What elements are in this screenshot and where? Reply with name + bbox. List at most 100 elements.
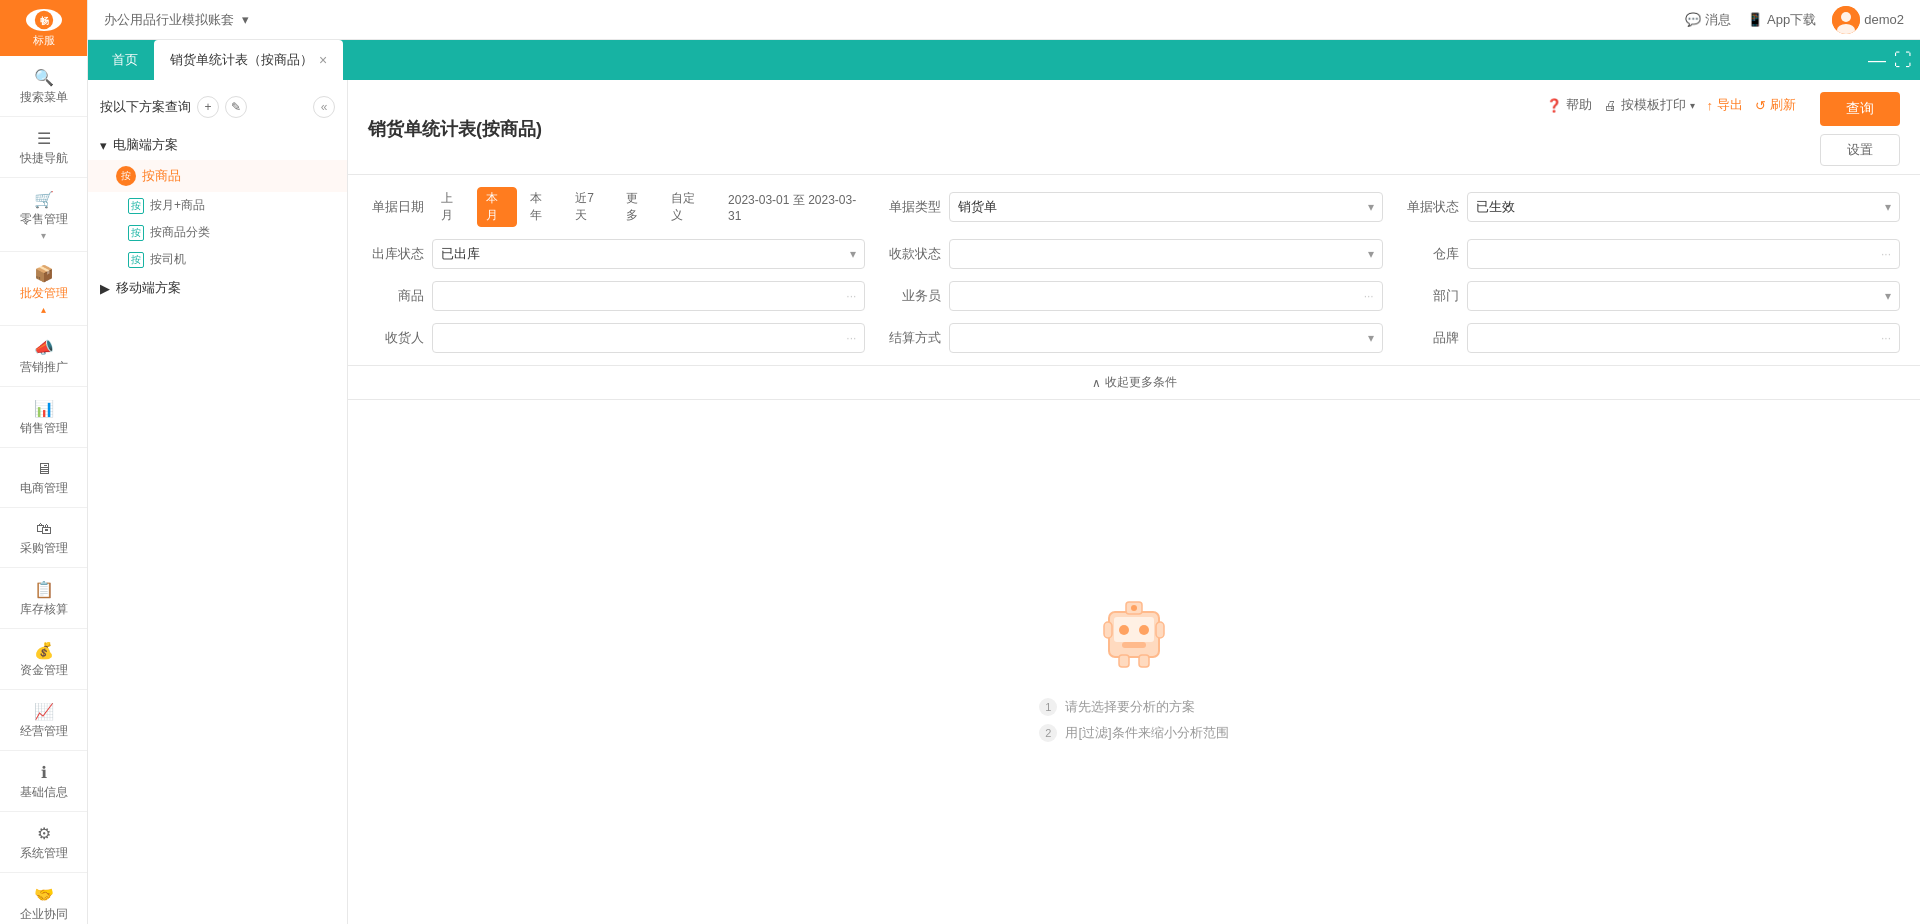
sidebar-item-basic[interactable]: ℹ 基础信息 [0, 751, 87, 812]
right-panel: 销货单统计表(按商品) ❓ 帮助 🖨 按模板打印 ▾ ↑ [348, 80, 1920, 924]
settlement-value[interactable]: ▾ [949, 323, 1382, 353]
add-scheme-btn[interactable]: + [197, 96, 219, 118]
tab-maximize-icon[interactable]: ⛶ [1894, 50, 1912, 71]
svg-point-8 [1139, 625, 1149, 635]
payment-status-label: 收款状态 [885, 245, 941, 263]
department-value[interactable]: ▾ [1467, 281, 1900, 311]
tree-item-by-cashier[interactable]: 按 按司机 [88, 246, 347, 273]
salesperson-label: 业务员 [885, 287, 941, 305]
edit-scheme-btn[interactable]: ✎ [225, 96, 247, 118]
sidebar-item-sales[interactable]: 📊 销售管理 [0, 387, 87, 448]
sidebar-operations-label: 经营管理 [20, 723, 68, 740]
collapse-panel-btn[interactable]: « [313, 96, 335, 118]
tree-group-mobile-header[interactable]: ▶ 移动端方案 [88, 273, 347, 303]
app-download-icon: 📱 [1747, 12, 1763, 27]
tree-group-pc-arrow: ▾ [100, 138, 107, 153]
collapse-icon: ∧ [1092, 376, 1101, 390]
tree-item-by-product[interactable]: 按 按商品 [88, 160, 347, 192]
warehouse-value[interactable]: ··· [1467, 239, 1900, 269]
filter-row-1: 单据日期 上月 本月 本年 近7天 更多 自定义 2023-03-01 至 20… [368, 187, 1900, 227]
warehouse-status-label: 出库状态 [368, 245, 424, 263]
date-tab-this-month[interactable]: 本月 [477, 187, 518, 227]
message-btn[interactable]: 💬 消息 [1685, 11, 1731, 29]
tab-sales-stat[interactable]: 销货单统计表（按商品） × [154, 40, 343, 80]
tree-item-by-category[interactable]: 按 按商品分类 [88, 219, 347, 246]
empty-state: 1 请先选择要分析的方案 2 用[过滤]条件来缩小分析范围 [348, 400, 1920, 924]
sidebar-sales-label: 销售管理 [20, 420, 68, 437]
sidebar-item-retail[interactable]: 🛒 零售管理 ▾ [0, 178, 87, 252]
app-download-btn[interactable]: 📱 App下载 [1747, 11, 1816, 29]
help-btn[interactable]: ❓ 帮助 [1546, 96, 1592, 114]
topbar-left: 办公用品行业模拟账套 ▾ [104, 11, 249, 29]
receiver-dots[interactable]: ··· [846, 331, 856, 345]
filter-brand: 品牌 ··· [1403, 323, 1900, 353]
filter-row-3: 商品 ··· 业务员 ··· [368, 281, 1900, 311]
sidebar-marketing-label: 营销推广 [20, 359, 68, 376]
product-value[interactable]: ··· [432, 281, 865, 311]
filter-payment-status: 收款状态 ▾ [885, 239, 1382, 269]
sidebar-item-finance[interactable]: 💰 资金管理 [0, 629, 87, 690]
export-btn[interactable]: ↑ 导出 [1707, 96, 1744, 114]
query-btn[interactable]: 查询 [1820, 92, 1900, 126]
doc-type-text: 销货单 [958, 198, 997, 216]
print-btn[interactable]: 🖨 按模板打印 ▾ [1604, 96, 1695, 114]
sidebar-item-system[interactable]: ⚙ 系统管理 [0, 812, 87, 873]
sidebar-finance-label: 资金管理 [20, 662, 68, 679]
message-icon: 💬 [1685, 12, 1701, 27]
sidebar-logo: 畅 标服 [0, 0, 87, 56]
brand-dots[interactable]: ··· [1881, 331, 1891, 345]
by-product-label: 按商品 [142, 167, 181, 185]
sidebar-item-quick-nav[interactable]: ☰ 快捷导航 [0, 117, 87, 178]
salesperson-dots[interactable]: ··· [1364, 289, 1374, 303]
sidebar-item-inventory[interactable]: 📋 库存核算 [0, 568, 87, 629]
tab-close-icon[interactable]: × [319, 52, 327, 68]
payment-status-arrow: ▾ [1368, 247, 1374, 261]
message-label: 消息 [1705, 11, 1731, 29]
query-area: 查询 设置 [1808, 92, 1900, 166]
sidebar-item-ecommerce[interactable]: 🖥 电商管理 [0, 448, 87, 508]
doc-type-value[interactable]: 销货单 ▾ [949, 192, 1382, 222]
sidebar-item-purchase[interactable]: 🛍 采购管理 [0, 508, 87, 568]
tab-minimize-icon[interactable]: — [1868, 50, 1886, 71]
filter-row-2: 出库状态 已出库 ▾ 收款状态 ▾ [368, 239, 1900, 269]
date-tab-last-month[interactable]: 上月 [432, 187, 473, 227]
payment-status-value[interactable]: ▾ [949, 239, 1382, 269]
topbar-dropdown[interactable]: ▾ [242, 12, 249, 27]
brand-value[interactable]: ··· [1467, 323, 1900, 353]
sidebar-item-marketing[interactable]: 📣 营销推广 [0, 326, 87, 387]
date-tab-more[interactable]: 更多 [617, 187, 658, 227]
date-tab-7days[interactable]: 近7天 [566, 187, 613, 227]
receiver-label: 收货人 [368, 329, 424, 347]
export-label: 导出 [1717, 96, 1743, 114]
sidebar-item-wholesale[interactable]: 📦 批发管理 ▴ [0, 252, 87, 326]
collapse-bar[interactable]: ∧ 收起更多条件 [348, 366, 1920, 400]
sidebar-item-search[interactable]: 🔍 搜索菜单 [0, 56, 87, 117]
warehouse-dots[interactable]: ··· [1881, 247, 1891, 261]
content-area: 按以下方案查询 + ✎ « ▾ 电脑端方案 [88, 80, 1920, 924]
tab-home[interactable]: 首页 [96, 40, 154, 80]
doc-status-value[interactable]: 已生效 ▾ [1467, 192, 1900, 222]
filter-row-4: 收货人 ··· 结算方式 ▾ [368, 323, 1900, 353]
settings-btn[interactable]: 设置 [1820, 134, 1900, 166]
by-month-product-icon: 按 [128, 198, 144, 214]
refresh-btn[interactable]: ↺ 刷新 [1755, 96, 1796, 114]
date-tab-this-year[interactable]: 本年 [521, 187, 562, 227]
department-label: 部门 [1403, 287, 1459, 305]
by-month-product-label: 按月+商品 [150, 197, 205, 214]
product-dots[interactable]: ··· [846, 289, 856, 303]
user-profile[interactable]: demo2 [1832, 6, 1904, 34]
sidebar-purchase-label: 采购管理 [20, 540, 68, 557]
tree-group-pc-header[interactable]: ▾ 电脑端方案 [88, 130, 347, 160]
sidebar-item-operations[interactable]: 📈 经营管理 [0, 690, 87, 751]
receiver-value[interactable]: ··· [432, 323, 865, 353]
help-label: 帮助 [1566, 96, 1592, 114]
sidebar-item-enterprise[interactable]: 🤝 企业协同 [0, 873, 87, 924]
tree-item-by-month-product[interactable]: 按 按月+商品 [88, 192, 347, 219]
empty-state-icon [1084, 582, 1184, 682]
export-icon: ↑ [1707, 98, 1714, 113]
warehouse-status-value[interactable]: 已出库 ▾ [432, 239, 865, 269]
page-header-right: ❓ 帮助 🖨 按模板打印 ▾ ↑ 导出 ↺ [1546, 92, 1901, 166]
date-tab-custom[interactable]: 自定义 [662, 187, 714, 227]
salesperson-value[interactable]: ··· [949, 281, 1382, 311]
tip-num-1: 1 [1039, 698, 1057, 716]
